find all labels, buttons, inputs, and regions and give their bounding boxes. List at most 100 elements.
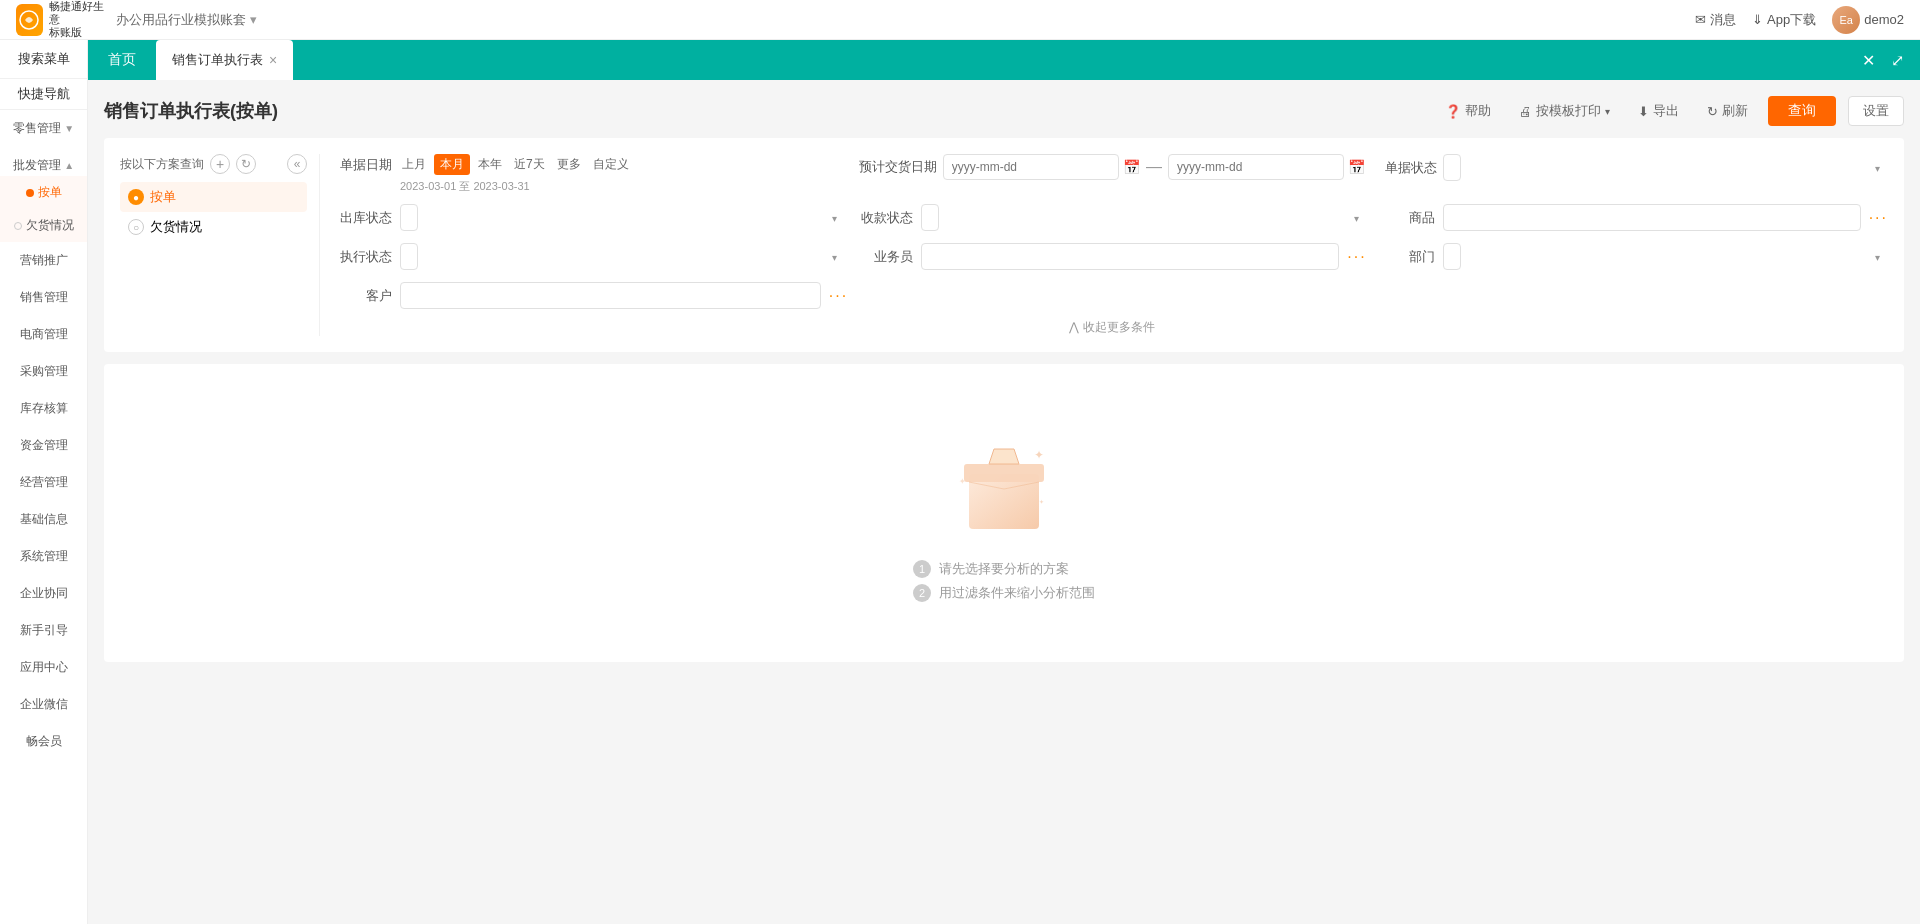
sidebar-search[interactable]: 搜索菜单 — [0, 40, 87, 79]
exec-status-label: 执行状态 — [336, 248, 392, 266]
goods-more-icon[interactable]: ··· — [1869, 209, 1888, 227]
date-field-group: 单据日期 上月 本月 本年 近7天 更多 自定义 — [336, 154, 843, 194]
chevron-down-icon: ▾ — [1354, 212, 1359, 223]
dept-field: 部门 ▾ — [1379, 243, 1888, 270]
tab-bar-right: ✕ ⤢ — [1846, 47, 1920, 74]
export-button[interactable]: ⬇ 导出 — [1630, 98, 1687, 124]
tab-close-button[interactable]: × — [269, 53, 277, 67]
customer-more-icon[interactable]: ··· — [829, 287, 848, 305]
date-tab-more[interactable]: 更多 — [553, 154, 585, 175]
date-tab-custom[interactable]: 自定义 — [589, 154, 633, 175]
page-content: 销售订单执行表(按单) ❓ 帮助 🖨 按模板打印 ▾ ⬇ 导出 — [88, 80, 1920, 924]
sidebar-item-wholesale[interactable]: 批发管理 ▲ — [0, 147, 87, 176]
salesperson-label: 业务员 — [857, 248, 913, 266]
expected-date-start-input[interactable] — [943, 154, 1119, 180]
sidebar-item-wechat[interactable]: 企业微信 — [0, 686, 87, 723]
refresh-scheme-button[interactable]: ↻ — [236, 154, 256, 174]
settings-button[interactable]: 设置 — [1848, 96, 1904, 126]
sidebar-item-finance[interactable]: 资金管理 — [0, 427, 87, 464]
tab-close-window-button[interactable]: ✕ — [1858, 47, 1879, 74]
sidebar-sub-arrears[interactable]: 欠货情况 — [0, 209, 87, 242]
empty-illustration: ✦ ✦ ✦ — [944, 424, 1064, 544]
goods-input[interactable] — [1443, 204, 1861, 231]
exec-status-select[interactable] — [400, 243, 418, 270]
payment-status-select[interactable] — [921, 204, 939, 231]
page-header: 销售订单执行表(按单) ❓ 帮助 🖨 按模板打印 ▾ ⬇ 导出 — [104, 96, 1904, 126]
filter-row-3: 执行状态 ▾ 业务员 — [336, 243, 1888, 270]
collapse-button[interactable]: ⋀ 收起更多条件 — [1069, 319, 1155, 336]
goods-label: 商品 — [1379, 209, 1435, 227]
refresh-button[interactable]: ↻ 刷新 — [1699, 98, 1756, 124]
svg-rect-2 — [964, 464, 1044, 482]
sidebar-item-apps[interactable]: 应用中心 — [0, 649, 87, 686]
salesperson-field: 业务员 ··· — [857, 243, 1366, 270]
exec-status-wrap: ▾ — [400, 243, 845, 270]
salesperson-input[interactable] — [921, 243, 1339, 270]
delivery-status-select[interactable] — [400, 204, 418, 231]
empty-hint-2: 2 用过滤条件来缩小分析范围 — [913, 584, 1095, 602]
sidebar-quick-nav[interactable]: 快捷导航 — [0, 79, 87, 110]
message-icon: ✉ — [1695, 12, 1706, 27]
avatar: Ea — [1832, 6, 1860, 34]
delivery-status-wrap: ▾ — [400, 204, 845, 231]
scheme-press-order[interactable]: ● 按单 — [120, 182, 307, 212]
add-scheme-button[interactable]: + — [210, 154, 230, 174]
collapse-scheme-button[interactable]: « — [287, 154, 307, 174]
query-button[interactable]: 查询 — [1768, 96, 1836, 126]
sidebar-item-purchase[interactable]: 采购管理 — [0, 353, 87, 390]
app-download-button[interactable]: ⇓ App下载 — [1752, 11, 1816, 29]
date-tab-this-month[interactable]: 本月 — [434, 154, 470, 175]
sidebar-sub-press-order[interactable]: 按单 — [0, 176, 87, 209]
chevron-down-icon: ▾ — [1605, 106, 1610, 117]
chevron-down-icon: ▼ — [64, 123, 74, 134]
help-icon: ❓ — [1445, 104, 1461, 119]
doc-status-group: 单据状态 ▾ — [1381, 154, 1888, 181]
chevron-up-icon: ▲ — [64, 160, 74, 171]
filter-scheme-header: 按以下方案查询 + ↻ « — [120, 154, 307, 174]
date-range-hint: 2023-03-01 至 2023-03-31 — [336, 179, 843, 194]
sidebar-item-operations[interactable]: 经营管理 — [0, 464, 87, 501]
sidebar-item-enterprise[interactable]: 企业协同 — [0, 575, 87, 612]
calendar-start-icon[interactable]: 📅 — [1123, 159, 1140, 175]
svg-rect-1 — [969, 474, 1039, 529]
sidebar-item-member[interactable]: 畅会员 — [0, 723, 87, 760]
sidebar-item-marketing[interactable]: 营销推广 — [0, 242, 87, 279]
customer-input[interactable] — [400, 282, 821, 309]
print-button[interactable]: 🖨 按模板打印 ▾ — [1511, 98, 1618, 124]
print-icon: 🖨 — [1519, 104, 1532, 119]
svg-text:✦: ✦ — [1034, 448, 1044, 462]
filter-row-4: 客户 ··· — [336, 282, 1888, 309]
doc-status-select[interactable] — [1443, 154, 1461, 181]
dept-label: 部门 — [1379, 248, 1435, 266]
sidebar-item-newbie[interactable]: 新手引导 — [0, 612, 87, 649]
scheme-arrears[interactable]: ○ 欠货情况 — [120, 212, 307, 242]
sidebar-item-system[interactable]: 系统管理 — [0, 538, 87, 575]
help-button[interactable]: ❓ 帮助 — [1437, 98, 1499, 124]
salesperson-more-icon[interactable]: ··· — [1347, 248, 1366, 266]
messages-button[interactable]: ✉ 消息 — [1695, 11, 1736, 29]
user-menu[interactable]: Ea demo2 — [1832, 6, 1904, 34]
date-tab-this-year[interactable]: 本年 — [474, 154, 506, 175]
dept-wrap: ▾ — [1443, 243, 1888, 270]
date-tab-last-month[interactable]: 上月 — [398, 154, 430, 175]
content-area: 首页 销售订单执行表 × ✕ ⤢ 销售订单执行表(按单) ❓ 帮助 — [88, 40, 1920, 924]
tab-home[interactable]: 首页 — [88, 40, 156, 80]
sidebar-item-basic[interactable]: 基础信息 — [0, 501, 87, 538]
payment-status-wrap: ▾ — [921, 204, 1366, 231]
sidebar-item-sales[interactable]: 销售管理 — [0, 279, 87, 316]
sidebar-item-ecommerce[interactable]: 电商管理 — [0, 316, 87, 353]
doc-status-select-wrap: ▾ — [1443, 154, 1888, 181]
date-tab-last-7[interactable]: 近7天 — [510, 154, 549, 175]
dept-select[interactable] — [1443, 243, 1461, 270]
tab-maximize-button[interactable]: ⤢ — [1887, 47, 1908, 74]
delivery-status-field: 出库状态 ▾ — [336, 204, 845, 231]
tab-sales-order[interactable]: 销售订单执行表 × — [156, 40, 293, 80]
chevron-down-icon: ▾ — [832, 251, 837, 262]
calendar-end-icon[interactable]: 📅 — [1348, 159, 1365, 175]
customer-label: 客户 — [336, 287, 392, 305]
filter-scheme-panel: 按以下方案查询 + ↻ « ● 按单 ○ 欠货情况 — [120, 154, 320, 336]
empty-hints: 1 请先选择要分析的方案 2 用过滤条件来缩小分析范围 — [913, 560, 1095, 602]
expected-date-end-input[interactable] — [1168, 154, 1344, 180]
sidebar-item-inventory[interactable]: 库存核算 — [0, 390, 87, 427]
sidebar-item-retail[interactable]: 零售管理 ▼ — [0, 110, 87, 147]
